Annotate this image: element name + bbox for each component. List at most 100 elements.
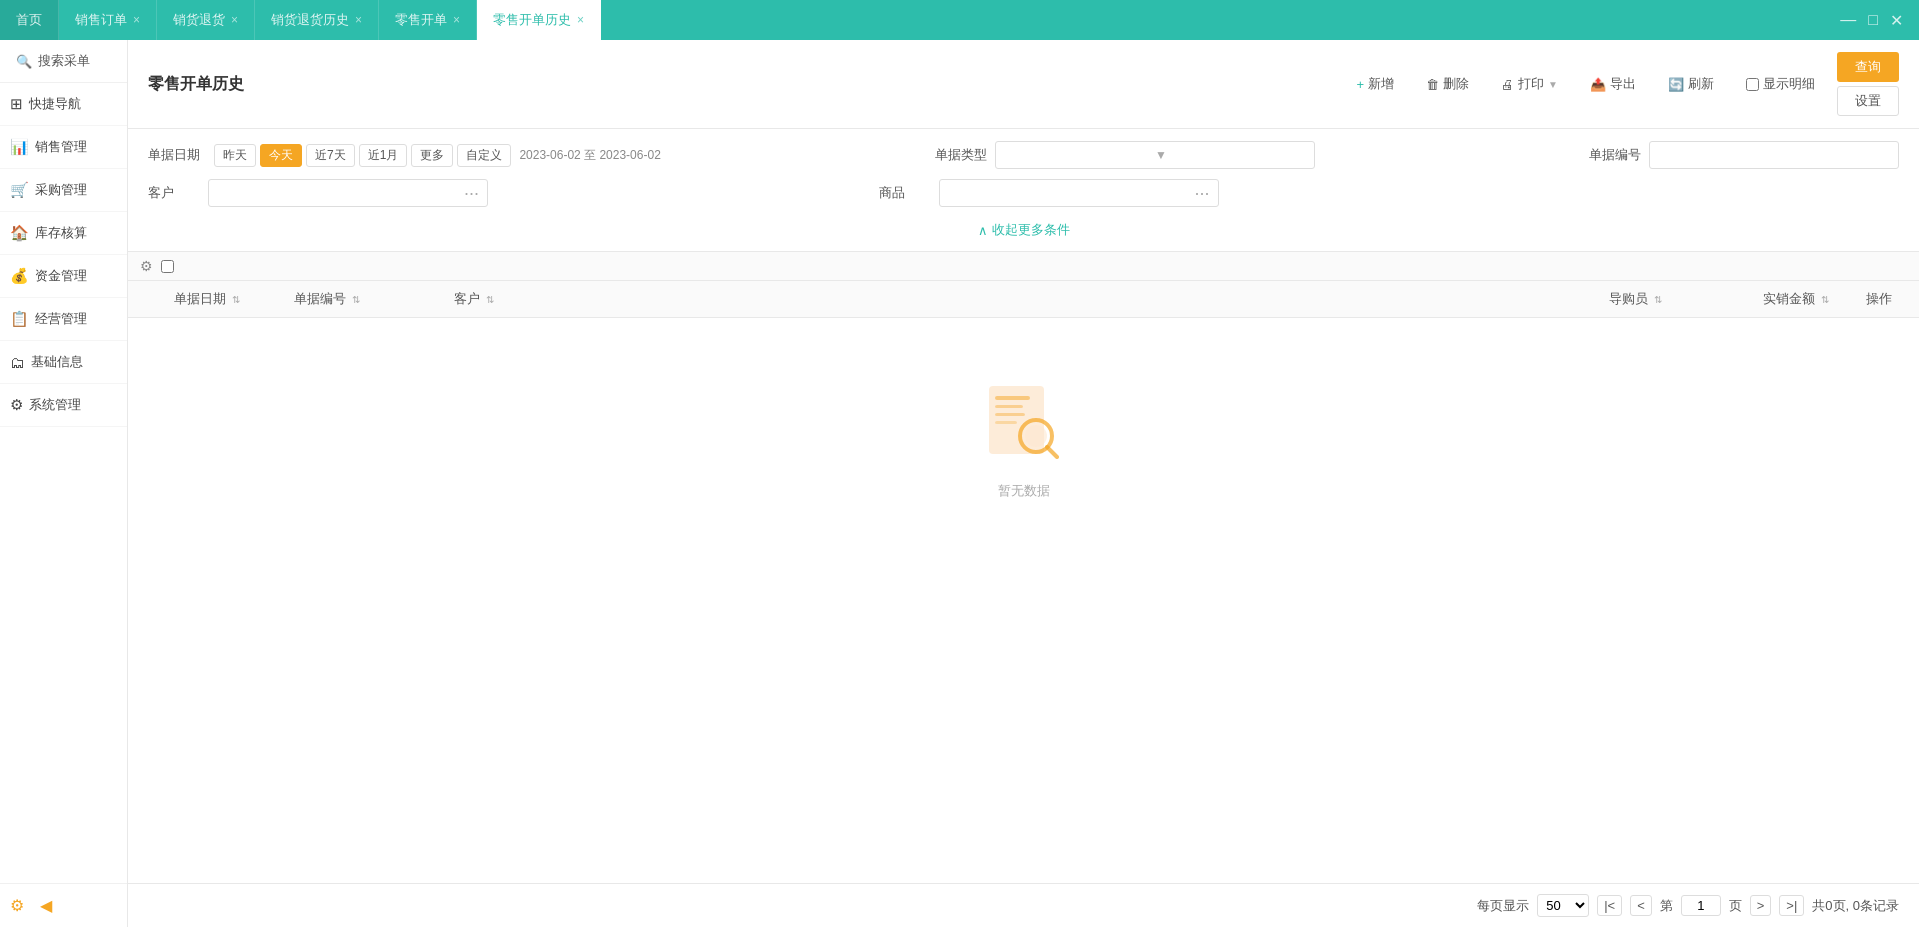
next-page-btn[interactable]: > bbox=[1750, 895, 1772, 916]
page-header: 零售开单历史 + 新增 🗑 删除 🖨 打印 ▼ 📤 导出 bbox=[128, 40, 1919, 129]
col-header-amount[interactable]: 实销金额 ⇅ bbox=[1719, 281, 1839, 318]
sidebar-collapse-icon[interactable]: ◀ bbox=[40, 896, 52, 915]
export-button[interactable]: 📤 导出 bbox=[1580, 70, 1646, 98]
per-page-label: 每页显示 bbox=[1477, 897, 1529, 915]
tab-sales-return[interactable]: 销货退货× bbox=[157, 0, 255, 40]
col-header-customer[interactable]: 客户 ⇅ bbox=[444, 281, 1599, 318]
base-info-label: 基础信息 bbox=[31, 353, 83, 371]
show-detail-checkbox-label[interactable]: 显示明细 bbox=[1736, 70, 1825, 98]
table-header-row: 单据日期 ⇅ 单据编号 ⇅ 客户 ⇅ bbox=[128, 281, 1919, 318]
empty-text: 暂无数据 bbox=[998, 482, 1050, 500]
date-sort-icon[interactable]: ⇅ bbox=[232, 294, 240, 305]
tab-close-retail-open[interactable]: × bbox=[453, 13, 460, 27]
window-minimize-icon[interactable]: — bbox=[1840, 11, 1856, 29]
customer-label: 客户 bbox=[148, 184, 208, 202]
doc-number-input-wrap[interactable] bbox=[1649, 141, 1899, 169]
sidebar-item-system-mgmt[interactable]: ⚙系统管理 bbox=[0, 384, 127, 427]
settings-button[interactable]: 设置 bbox=[1837, 86, 1899, 116]
doc-type-select[interactable]: ▼ bbox=[995, 141, 1315, 169]
date-btn-today[interactable]: 今天 bbox=[260, 144, 302, 167]
goods-dots-icon[interactable]: ··· bbox=[1194, 183, 1209, 204]
customer-input-wrap[interactable]: ··· bbox=[208, 179, 488, 207]
sidebar: 🔍 搜索采单 ⊞快捷导航📊销售管理 🛒 采购管理 🏠库存核算💰资金管理📋经营管理🗂基础… bbox=[0, 40, 128, 927]
window-maximize-icon[interactable]: □ bbox=[1868, 11, 1878, 29]
customer-dots-icon[interactable]: ··· bbox=[464, 183, 479, 204]
filter-section: 单据日期 昨天今天近7天近1月更多自定义 2023-06-02 至 2023-0… bbox=[128, 129, 1919, 252]
goods-input[interactable] bbox=[948, 186, 1191, 201]
sidebar-footer: ⚙ ◀ bbox=[0, 883, 127, 927]
tab-close-sales-return-history[interactable]: × bbox=[355, 13, 362, 27]
date-btn-last1month[interactable]: 近1月 bbox=[359, 144, 408, 167]
amount-sort-icon[interactable]: ⇅ bbox=[1821, 294, 1829, 305]
collapse-bar[interactable]: ∧ 收起更多条件 bbox=[148, 217, 1899, 241]
table-container: 单据日期 ⇅ 单据编号 ⇅ 客户 ⇅ bbox=[128, 281, 1919, 883]
quick-nav-icon: ⊞ bbox=[10, 95, 23, 113]
delete-button[interactable]: 🗑 删除 bbox=[1416, 70, 1479, 98]
doc-type-dropdown-icon: ▼ bbox=[1155, 148, 1306, 162]
operations-mgmt-icon: 📋 bbox=[10, 310, 29, 328]
refresh-icon: 🔄 bbox=[1668, 77, 1684, 92]
last-page-btn[interactable]: >| bbox=[1779, 895, 1804, 916]
tab-close-retail-open-history[interactable]: × bbox=[577, 13, 584, 27]
col-header-guide[interactable]: 导购员 ⇅ bbox=[1599, 281, 1719, 318]
goods-input-wrap[interactable]: ··· bbox=[939, 179, 1219, 207]
sidebar-search-label: 搜索采单 bbox=[38, 52, 90, 70]
window-close-icon[interactable]: ✕ bbox=[1890, 11, 1903, 30]
date-btn-last7[interactable]: 近7天 bbox=[306, 144, 355, 167]
tab-retail-open-history[interactable]: 零售开单历史× bbox=[477, 0, 601, 40]
sidebar-settings-icon[interactable]: ⚙ bbox=[10, 896, 24, 915]
tab-sales-return-history[interactable]: 销货退货历史× bbox=[255, 0, 379, 40]
customer-sort-icon[interactable]: ⇅ bbox=[486, 294, 494, 305]
collapse-icon: ∧ bbox=[978, 223, 988, 238]
date-btn-custom[interactable]: 自定义 bbox=[457, 144, 511, 167]
date-btn-more[interactable]: 更多 bbox=[411, 144, 453, 167]
add-button[interactable]: + 新增 bbox=[1347, 70, 1405, 98]
date-btn-yesterday[interactable]: 昨天 bbox=[214, 144, 256, 167]
print-dropdown-icon: ▼ bbox=[1548, 79, 1558, 90]
guide-sort-icon[interactable]: ⇅ bbox=[1654, 294, 1662, 305]
page-suffix: 页 bbox=[1729, 897, 1742, 915]
data-table: 单据日期 ⇅ 单据编号 ⇅ 客户 ⇅ bbox=[128, 281, 1919, 318]
add-icon: + bbox=[1357, 77, 1365, 92]
collapse-label: 收起更多条件 bbox=[992, 221, 1070, 239]
doc-number-input[interactable] bbox=[1658, 148, 1890, 163]
tab-close-sales-return[interactable]: × bbox=[231, 13, 238, 27]
sidebar-item-finance-mgmt[interactable]: 💰资金管理 bbox=[0, 255, 127, 298]
goods-label: 商品 bbox=[879, 184, 939, 202]
table-select-all-checkbox[interactable] bbox=[161, 260, 174, 273]
sidebar-item-purchase-mgmt[interactable]: 🛒 采购管理 bbox=[0, 169, 127, 212]
search-icon: 🔍 bbox=[16, 54, 32, 69]
first-page-btn[interactable]: |< bbox=[1597, 895, 1622, 916]
sidebar-search[interactable]: 🔍 搜索采单 bbox=[0, 40, 127, 83]
table-toolbar: ⚙ bbox=[128, 252, 1919, 281]
query-button[interactable]: 查询 bbox=[1837, 52, 1899, 82]
page-input[interactable] bbox=[1681, 895, 1721, 916]
date-range-display: 2023-06-02 至 2023-06-02 bbox=[519, 147, 660, 164]
empty-illustration bbox=[974, 378, 1074, 468]
svg-rect-4 bbox=[995, 421, 1017, 424]
per-page-select[interactable]: 2050100200 bbox=[1537, 894, 1589, 917]
sidebar-item-quick-nav[interactable]: ⊞快捷导航 bbox=[0, 83, 127, 126]
col-header-date[interactable]: 单据日期 ⇅ bbox=[164, 281, 284, 318]
refresh-button[interactable]: 🔄 刷新 bbox=[1658, 70, 1724, 98]
table-settings-icon[interactable]: ⚙ bbox=[140, 258, 153, 274]
tab-home[interactable]: 首页 bbox=[0, 0, 59, 40]
purchase-mgmt-icon: 🛒 bbox=[10, 181, 29, 199]
sidebar-item-operations-mgmt[interactable]: 📋经营管理 bbox=[0, 298, 127, 341]
print-button[interactable]: 🖨 打印 ▼ bbox=[1491, 70, 1568, 98]
tab-retail-open[interactable]: 零售开单× bbox=[379, 0, 477, 40]
prev-page-btn[interactable]: < bbox=[1630, 895, 1652, 916]
sidebar-item-inventory[interactable]: 🏠库存核算 bbox=[0, 212, 127, 255]
customer-input[interactable] bbox=[217, 186, 460, 201]
number-sort-icon[interactable]: ⇅ bbox=[352, 294, 360, 305]
col-header-number[interactable]: 单据编号 ⇅ bbox=[284, 281, 444, 318]
show-detail-checkbox[interactable] bbox=[1746, 78, 1759, 91]
tab-sales-order[interactable]: 销售订单× bbox=[59, 0, 157, 40]
svg-rect-3 bbox=[995, 413, 1025, 416]
sidebar-item-base-info[interactable]: 🗂基础信息 bbox=[0, 341, 127, 384]
inventory-label: 库存核算 bbox=[35, 224, 87, 242]
tab-close-sales-order[interactable]: × bbox=[133, 13, 140, 27]
doc-type-value bbox=[1004, 148, 1155, 163]
purchase-mgmt-label: 采购管理 bbox=[35, 181, 87, 199]
sidebar-item-sales-mgmt[interactable]: 📊销售管理 bbox=[0, 126, 127, 169]
